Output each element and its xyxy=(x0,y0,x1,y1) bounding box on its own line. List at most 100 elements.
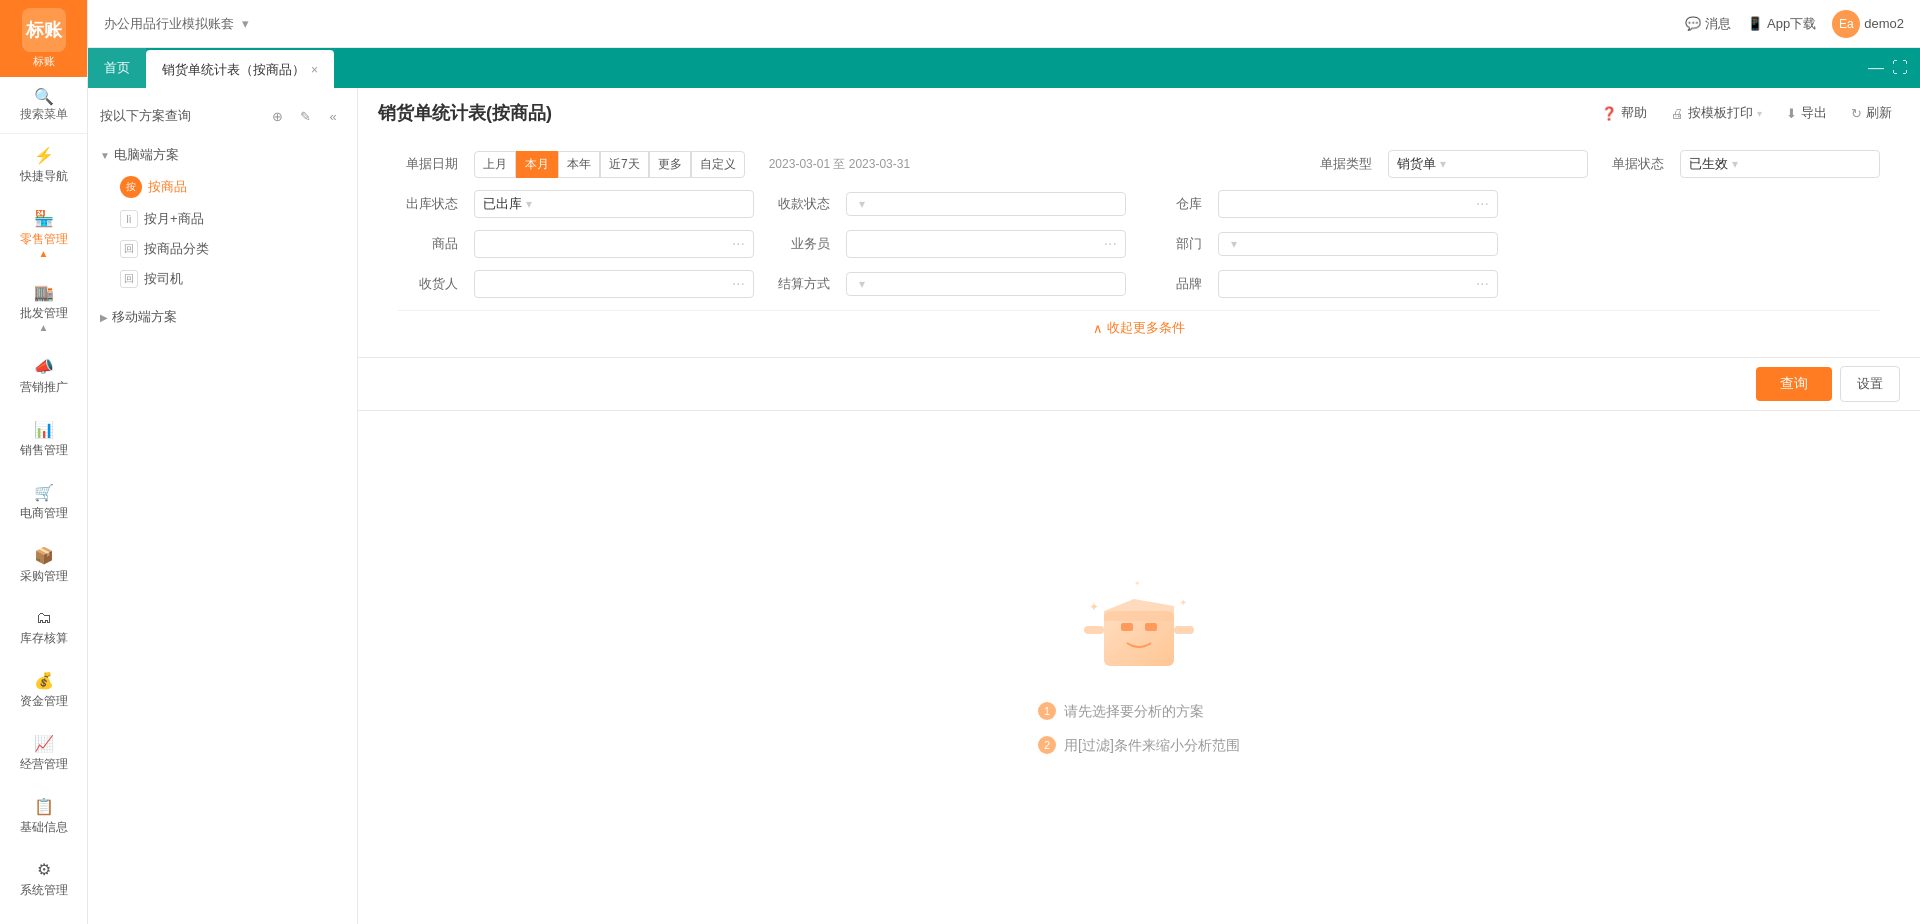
receipt-status-chevron: ▾ xyxy=(859,197,865,211)
add-scheme-btn[interactable]: ⊕ xyxy=(265,104,289,128)
warehouse-status-select[interactable]: 已出库 ▾ xyxy=(474,190,754,218)
left-panel: 按以下方案查询 ⊕ ✎ « ▼ 电脑端方案 xyxy=(88,88,358,924)
settlement-select[interactable]: ▾ xyxy=(846,272,1126,296)
sidebar-item-marketing[interactable]: 📣 营销推广 xyxy=(0,345,87,408)
sidebar-search[interactable]: 🔍 搜索菜单 xyxy=(0,77,87,134)
warehouse-input[interactable]: ··· xyxy=(1218,190,1498,218)
refresh-btn[interactable]: ↻ 刷新 xyxy=(1843,100,1900,126)
sidebar-item-purchase[interactable]: 📦 采购管理 xyxy=(0,534,87,597)
empty-hints: 1 请先选择要分析的方案 2 用[过滤]条件来缩小分析范围 xyxy=(1038,697,1240,765)
sidebar-item-ecommerce[interactable]: 🛒 电商管理 xyxy=(0,471,87,534)
sidebar-item-basic[interactable]: 📋 基础信息 xyxy=(0,785,87,848)
tree-item-by-goods[interactable]: 按 按商品 xyxy=(88,170,357,204)
sidebar-item-inventory[interactable]: 🗂 库存核算 xyxy=(0,597,87,659)
doc-type-select[interactable]: 销货单 ▾ xyxy=(1388,150,1588,178)
basic-label: 基础信息 xyxy=(20,819,68,836)
brand-input[interactable]: ··· xyxy=(1218,270,1498,298)
content-area: 按以下方案查询 ⊕ ✎ « ▼ 电脑端方案 xyxy=(88,88,1920,924)
goods-input[interactable]: ··· xyxy=(474,230,754,258)
help-btn[interactable]: ❓ 帮助 xyxy=(1593,100,1655,126)
desktop-scheme-parent[interactable]: ▼ 电脑端方案 xyxy=(88,140,357,170)
tree-item-by-cashier[interactable]: 回 按司机 xyxy=(88,264,357,294)
quick-nav-icon: ⚡ xyxy=(34,146,54,165)
brand-label: 品牌 xyxy=(1142,275,1202,293)
warehouse-status-chevron: ▾ xyxy=(526,197,532,211)
basic-icon: 📋 xyxy=(34,797,54,816)
doc-type-chevron: ▾ xyxy=(1440,157,1446,171)
svg-rect-2 xyxy=(1145,623,1157,631)
date-btn-custom[interactable]: 自定义 xyxy=(691,151,745,178)
receipt-status-select[interactable]: ▾ xyxy=(846,192,1126,216)
warehouse-label: 仓库 xyxy=(1142,195,1202,213)
purchase-label: 采购管理 xyxy=(20,568,68,585)
sales-icon: 📊 xyxy=(34,420,54,439)
logo[interactable]: 标账 标账 xyxy=(0,0,87,77)
sidebar-item-enterprise[interactable]: 🤝 企业协同 xyxy=(0,911,87,924)
message-label: 消息 xyxy=(1705,15,1731,33)
receiver-input[interactable]: ··· xyxy=(474,270,754,298)
department-select[interactable]: ▾ xyxy=(1218,232,1498,256)
tab-active[interactable]: 销货单统计表（按商品） × xyxy=(146,50,334,90)
app-title: 办公用品行业模拟账套 xyxy=(104,15,234,33)
avatar: Ea xyxy=(1832,10,1860,38)
operations-icon: 📈 xyxy=(34,734,54,753)
tree-item-by-month-goods[interactable]: lì 按月+商品 xyxy=(88,204,357,234)
quick-nav-label: 快捷导航 xyxy=(20,168,68,185)
edit-scheme-btn[interactable]: ✎ xyxy=(293,104,317,128)
sidebar-item-system[interactable]: ⚙ 系统管理 xyxy=(0,848,87,911)
tab-close-icon[interactable]: × xyxy=(311,63,318,77)
logo-icon: 标账 xyxy=(22,8,66,52)
app-download-btn[interactable]: 📱 App下载 xyxy=(1747,15,1816,33)
setting-btn[interactable]: 设置 xyxy=(1840,366,1900,402)
date-btn-more[interactable]: 更多 xyxy=(649,151,691,178)
date-btn-current-month[interactable]: 本月 xyxy=(516,151,558,178)
receiver-label: 收货人 xyxy=(398,275,458,293)
page-header: 销货单统计表(按商品) ❓ 帮助 🖨 按模板打印 ▾ ⬇ xyxy=(358,88,1920,358)
query-btn[interactable]: 查询 xyxy=(1756,367,1832,401)
page-actions: ❓ 帮助 🖨 按模板打印 ▾ ⬇ 导出 ↻ xyxy=(1593,100,1900,126)
salesperson-dots[interactable]: ··· xyxy=(1104,235,1117,253)
department-label: 部门 xyxy=(1142,235,1202,253)
print-icon: 🖨 xyxy=(1671,106,1684,121)
template-print-btn[interactable]: 🖨 按模板打印 ▾ xyxy=(1663,100,1770,126)
collapse-icon: « xyxy=(329,109,336,124)
sidebar-quick-nav[interactable]: ⚡ 快捷导航 xyxy=(0,134,87,197)
date-btn-last-7days[interactable]: 近7天 xyxy=(600,151,649,178)
tab-maximize-btn[interactable]: ⛶ xyxy=(1892,59,1908,77)
sidebar-item-sales[interactable]: 📊 销售管理 xyxy=(0,408,87,471)
sidebar-item-retail[interactable]: 🏪 零售管理 ▲ xyxy=(0,197,87,271)
tab-minimize-btn[interactable]: — xyxy=(1868,59,1884,77)
goods-dots[interactable]: ··· xyxy=(732,235,745,253)
message-btn[interactable]: 💬 消息 xyxy=(1685,15,1731,33)
collapse-panel-btn[interactable]: « xyxy=(321,104,345,128)
brand-dots[interactable]: ··· xyxy=(1476,275,1489,293)
tree-item-by-goods-category[interactable]: 回 按商品分类 xyxy=(88,234,357,264)
receiver-dots[interactable]: ··· xyxy=(732,275,745,293)
warehouse-dots[interactable]: ··· xyxy=(1476,195,1489,213)
date-btn-current-year[interactable]: 本年 xyxy=(558,151,600,178)
tab-home[interactable]: 首页 xyxy=(88,48,146,88)
export-label: 导出 xyxy=(1801,104,1827,122)
filter-row-2: 出库状态 已出库 ▾ 收款状态 ▾ 仓库 ··· xyxy=(398,190,1880,218)
collapse-more-btn[interactable]: ∧ 收起更多条件 xyxy=(398,310,1880,345)
help-icon: ❓ xyxy=(1601,106,1617,121)
sidebar-item-wholesale[interactable]: 🏬 批发管理 ▲ xyxy=(0,271,87,345)
collapse-label: 收起更多条件 xyxy=(1107,319,1185,337)
doc-status-value: 已生效 xyxy=(1689,155,1728,173)
doc-type-value: 销货单 xyxy=(1397,155,1436,173)
wholesale-icon: 🏬 xyxy=(34,283,54,302)
ecommerce-icon: 🛒 xyxy=(34,483,54,502)
salesperson-input[interactable]: ··· xyxy=(846,230,1126,258)
sidebar-item-operations[interactable]: 📈 经营管理 xyxy=(0,722,87,785)
by-goods-icon: 按 xyxy=(120,176,142,198)
doc-status-select[interactable]: 已生效 ▾ xyxy=(1680,150,1880,178)
mobile-scheme-parent[interactable]: ▶ 移动端方案 xyxy=(88,302,357,332)
operations-label: 经营管理 xyxy=(20,756,68,773)
help-label: 帮助 xyxy=(1621,104,1647,122)
export-btn[interactable]: ⬇ 导出 xyxy=(1778,100,1835,126)
date-btn-last-month[interactable]: 上月 xyxy=(474,151,516,178)
user-info[interactable]: Ea demo2 xyxy=(1832,10,1904,38)
date-range: 2023-03-01 至 2023-03-31 xyxy=(769,156,910,173)
header-dropdown-icon[interactable]: ▾ xyxy=(242,16,249,31)
sidebar-item-finance[interactable]: 💰 资金管理 xyxy=(0,659,87,722)
